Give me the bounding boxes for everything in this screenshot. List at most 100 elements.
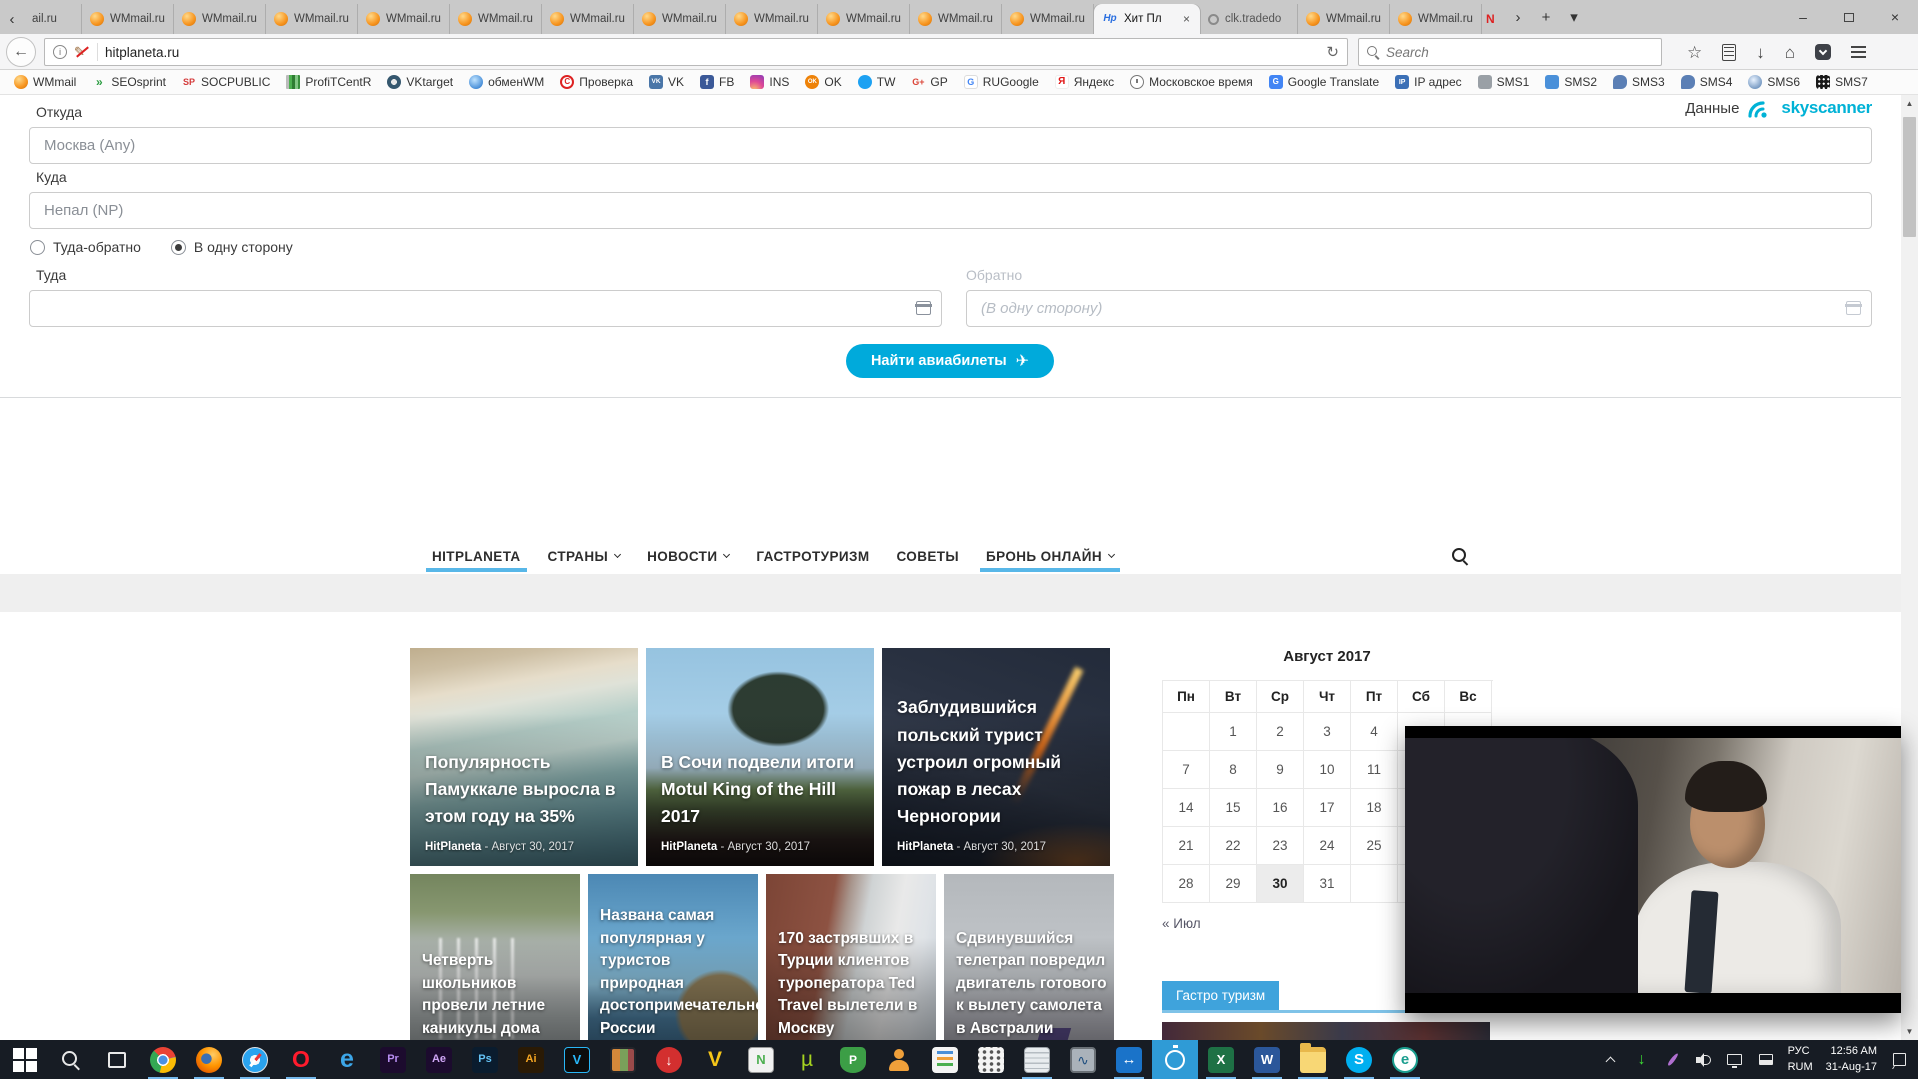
bookmark-item[interactable]: WMmail	[8, 73, 82, 91]
nav-item-countries[interactable]: СТРАНЫ	[548, 549, 622, 564]
tab-scroll-right-button[interactable]: ›	[1504, 2, 1532, 32]
browser-tab-globe[interactable]: clk.tradedo	[1200, 4, 1298, 34]
network-icon[interactable]	[1726, 1051, 1744, 1069]
bookmark-item[interactable]: OK OK	[799, 73, 847, 91]
calendar-day[interactable]: 9	[1257, 751, 1304, 789]
browser-tab-wmmail[interactable]: ail.ru	[24, 4, 82, 34]
nav-item-home[interactable]: HITPLANETA	[426, 549, 526, 572]
bookmark-item[interactable]: SMS3	[1607, 73, 1671, 91]
to-input[interactable]: Непал (NP)	[29, 192, 1872, 229]
taskbar-word[interactable]: W	[1244, 1040, 1290, 1079]
back-button[interactable]: ←	[6, 37, 36, 67]
maximize-button[interactable]	[1826, 0, 1872, 34]
new-tab-button[interactable]: +	[1532, 2, 1560, 32]
taskbar-resource-monitor[interactable]: ∿	[1060, 1040, 1106, 1079]
scroll-up-arrow[interactable]: ▲	[1901, 95, 1918, 112]
depart-date-input[interactable]	[29, 290, 942, 327]
bookmark-item[interactable]: SMS6	[1742, 73, 1806, 91]
calendar-day[interactable]: 17	[1304, 789, 1351, 827]
reload-icon[interactable]: ↻	[1326, 43, 1339, 61]
downloads-icon[interactable]: ↓	[1756, 44, 1765, 61]
action-center-icon[interactable]	[1890, 1051, 1908, 1069]
roundtrip-radio[interactable]: Туда-обратно	[30, 239, 141, 255]
browser-tab-wmmail[interactable]: WMmail.ru	[818, 4, 910, 34]
site-info-icon[interactable]: i	[53, 45, 67, 59]
bookmark-item[interactable]: TW	[852, 73, 902, 91]
browser-tab-wmmail[interactable]: WMmail.ru	[1002, 4, 1094, 34]
site-search-icon[interactable]	[1452, 548, 1468, 564]
calendar-day[interactable]: 2	[1257, 713, 1304, 751]
taskbar-download-manager[interactable]: ↓	[646, 1040, 692, 1079]
bookmark-item[interactable]: VK VK	[643, 73, 690, 91]
pen-tray-icon[interactable]	[1664, 1051, 1682, 1069]
video-overlay[interactable]	[1405, 726, 1901, 1013]
browser-tab-wmmail[interactable]: WMmail.ru	[542, 4, 634, 34]
taskbar-pia-vpn[interactable]: P	[830, 1040, 876, 1079]
hidden-icons-chevron[interactable]	[1602, 1051, 1620, 1069]
calendar-day[interactable]: 18	[1351, 789, 1398, 827]
calendar-day[interactable]: 25	[1351, 827, 1398, 865]
calendar-day[interactable]: 14	[1163, 789, 1210, 827]
taskbar-safari[interactable]	[232, 1040, 278, 1079]
from-input[interactable]: Москва (Any)	[29, 127, 1872, 164]
browser-tab-wmmail[interactable]: WMmail.ru	[358, 4, 450, 34]
article-card[interactable]: Популярность Памуккале выросла в этом го…	[410, 648, 638, 866]
taskbar-eset[interactable]: e	[1382, 1040, 1428, 1079]
home-icon[interactable]: ⌂	[1785, 44, 1795, 61]
clock[interactable]: 12:56 AM 31-Aug-17	[1826, 1044, 1877, 1076]
article-card[interactable]: В Сочи подвели итоги Motul King of the H…	[646, 648, 874, 866]
calendar-day[interactable]: 16	[1257, 789, 1304, 827]
browser-tab-wmmail[interactable]: WMmail.ru	[726, 4, 818, 34]
pocket-icon[interactable]	[1815, 44, 1831, 60]
close-button[interactable]: ×	[1872, 0, 1918, 34]
taskbar-utorrent[interactable]: µ	[784, 1040, 830, 1079]
calendar-day[interactable]: 10	[1304, 751, 1351, 789]
bookmark-item[interactable]: SMS4	[1675, 73, 1739, 91]
taskbar-task-view[interactable]	[94, 1040, 140, 1079]
list-all-tabs-button[interactable]: ▾	[1560, 2, 1588, 32]
taskbar-timer[interactable]	[1152, 1040, 1198, 1079]
taskbar-calculator[interactable]	[968, 1040, 1014, 1079]
page-scrollbar[interactable]: ▲ ▼	[1901, 95, 1918, 1040]
nav-item-booking[interactable]: БРОНЬ ОНЛАЙН	[980, 549, 1120, 572]
bookmark-item[interactable]: SMS2	[1539, 73, 1603, 91]
taskbar-file-explorer[interactable]	[1290, 1040, 1336, 1079]
browser-tab-wmmail[interactable]: WMmail.ru	[82, 4, 174, 34]
taskbar-start[interactable]	[2, 1040, 48, 1079]
search-bar[interactable]: Search	[1358, 38, 1662, 66]
taskbar-media-player[interactable]	[600, 1040, 646, 1079]
taskbar-chrome[interactable]	[140, 1040, 186, 1079]
calendar-day[interactable]: 8	[1210, 751, 1257, 789]
find-flights-button[interactable]: Найти авиабилеты ✈	[846, 344, 1054, 378]
bookmark-item[interactable]: Я Яндекс	[1049, 73, 1120, 91]
taskbar-opera[interactable]: O	[278, 1040, 324, 1079]
taskbar-illustrator[interactable]: Ai	[508, 1040, 554, 1079]
calendar-day[interactable]: 30	[1257, 865, 1304, 903]
calendar-day[interactable]: 11	[1351, 751, 1398, 789]
bookmark-item[interactable]: G+ GP	[905, 73, 953, 91]
volume-icon[interactable]	[1695, 1051, 1713, 1069]
calendar-day[interactable]: 28	[1163, 865, 1210, 903]
taskbar-skype[interactable]: S	[1336, 1040, 1382, 1079]
taskbar-notepad-plus[interactable]: N	[738, 1040, 784, 1079]
bookmark-item[interactable]: G RUGoogle	[958, 73, 1045, 91]
bookmark-item[interactable]: SMS7	[1810, 73, 1874, 91]
display-icon[interactable]	[1757, 1051, 1775, 1069]
no-script-icon[interactable]: ✎	[74, 44, 90, 60]
taskbar-excel[interactable]: X	[1198, 1040, 1244, 1079]
calendar-day[interactable]: 7	[1163, 751, 1210, 789]
taskbar-after-effects[interactable]: Ae	[416, 1040, 462, 1079]
taskbar-search[interactable]	[48, 1040, 94, 1079]
scroll-down-arrow[interactable]: ▼	[1901, 1023, 1918, 1040]
bookmark-star-icon[interactable]: ☆	[1687, 44, 1702, 61]
bookmark-item[interactable]: INS	[744, 73, 795, 91]
taskbar-person[interactable]	[876, 1040, 922, 1079]
taskbar-photoshop[interactable]: Ps	[462, 1040, 508, 1079]
browser-tab-hitplaneta[interactable]: Hp Хит Пл ×	[1094, 4, 1200, 34]
browser-tab-wmmail[interactable]: WMmail.ru	[1298, 4, 1390, 34]
bookmark-item[interactable]: ProfiTCentR	[280, 73, 377, 91]
calendar-day[interactable]: 15	[1210, 789, 1257, 827]
previous-month-link[interactable]: « Июл	[1162, 916, 1201, 931]
browser-tab-wmmail[interactable]: WMmail.ru	[1390, 4, 1482, 34]
bookmark-item[interactable]: SMS1	[1472, 73, 1536, 91]
